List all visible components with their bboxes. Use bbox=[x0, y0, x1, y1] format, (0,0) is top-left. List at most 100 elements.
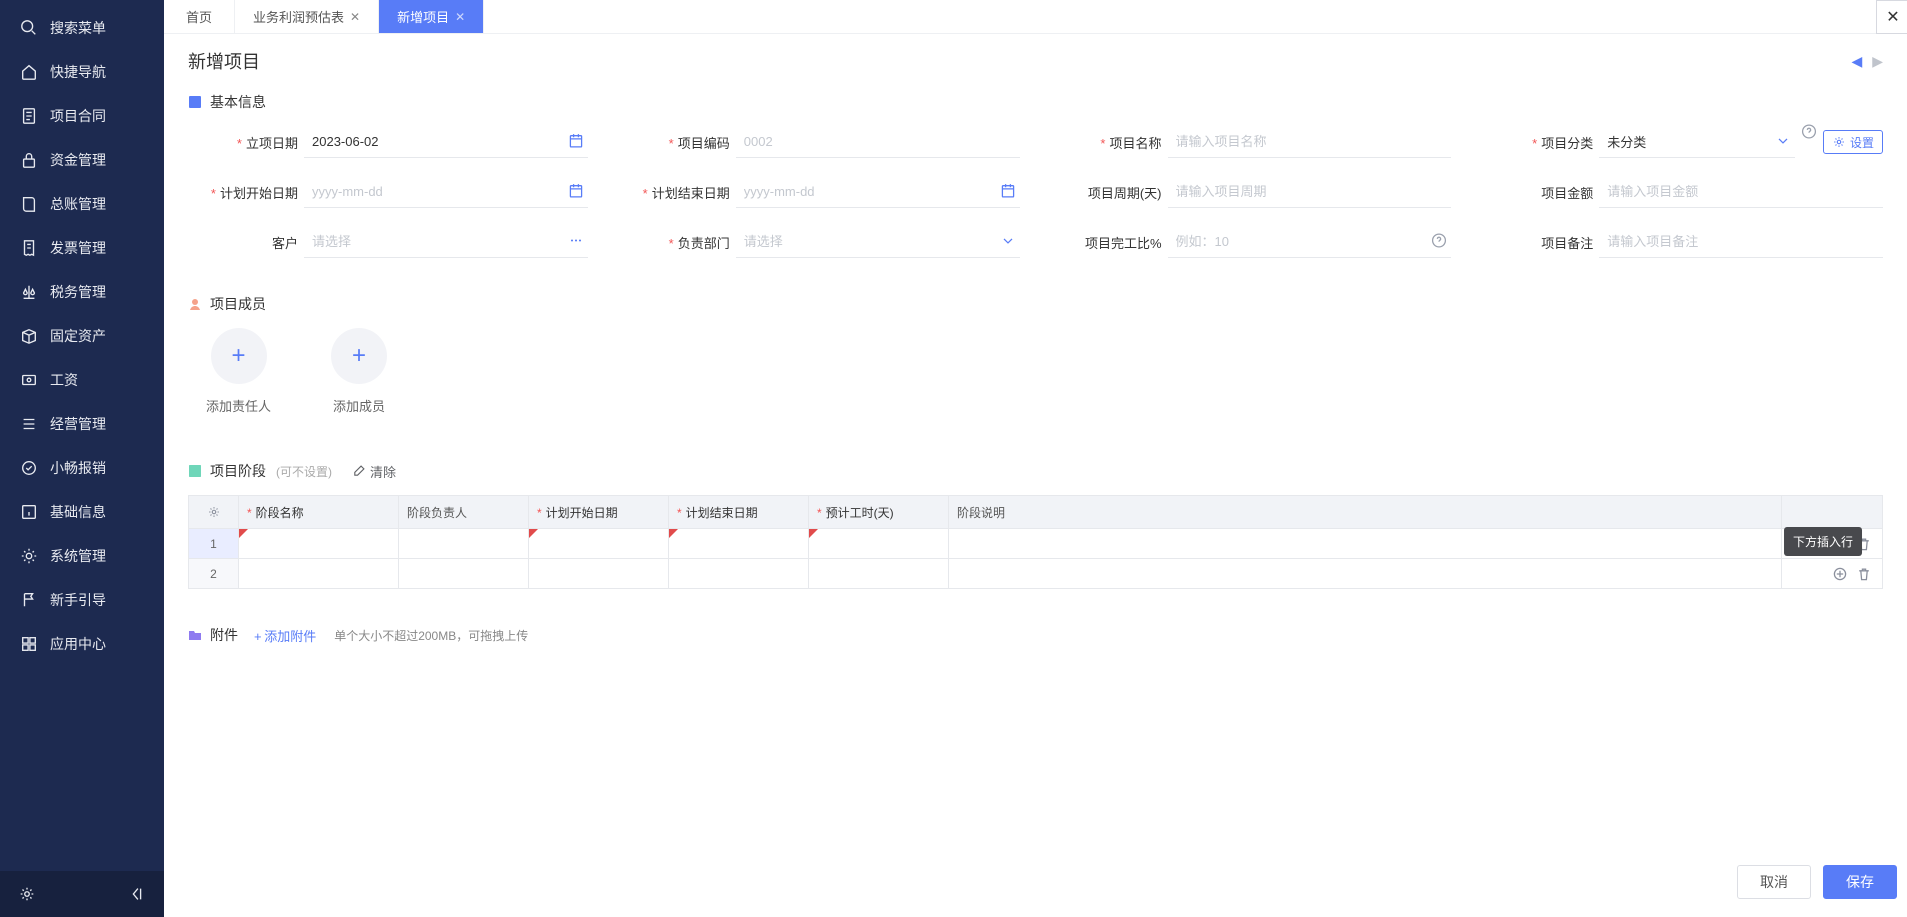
customer-select[interactable] bbox=[304, 226, 588, 258]
sidebar-label: 工资 bbox=[50, 370, 78, 390]
content: 基本信息 立项日期 项目编码 项目名称 项目分类 设置 计划开始日期 计划结束日… bbox=[164, 78, 1907, 917]
plan-end-input[interactable] bbox=[736, 176, 1020, 208]
search-icon bbox=[20, 19, 38, 37]
sidebar-item-ledger[interactable]: 总账管理 bbox=[0, 182, 164, 226]
cell-phase-owner[interactable] bbox=[399, 559, 529, 588]
table-head: 阶段名称 阶段负责人 计划开始日期 计划结束日期 预计工时(天) 阶段说明 bbox=[189, 496, 1882, 528]
close-icon[interactable]: ✕ bbox=[455, 10, 465, 24]
chevron-down-icon[interactable] bbox=[1775, 133, 1791, 152]
sidebar-item-expense[interactable]: 小畅报销 bbox=[0, 446, 164, 490]
calendar-icon[interactable] bbox=[1000, 183, 1016, 202]
sidebar-item-operation[interactable]: 经营管理 bbox=[0, 402, 164, 446]
package-icon bbox=[20, 327, 38, 345]
section-phases: 项目阶段 (可不设置) 清除 阶段名称 阶段负责人 计划开始日期 计划结束日期 … bbox=[174, 447, 1897, 593]
cell-phase-name[interactable] bbox=[239, 529, 399, 558]
plan-start-input[interactable] bbox=[304, 176, 588, 208]
section-members: 项目成员 + 添加责任人 + 添加成员 bbox=[174, 280, 1897, 429]
add-attachment-button[interactable]: + 添加附件 bbox=[254, 626, 316, 645]
cell-desc[interactable] bbox=[949, 559, 1782, 588]
page-header: 新增项目 ◀ ▶ bbox=[164, 34, 1907, 78]
cell-plan-end[interactable] bbox=[669, 559, 809, 588]
sidebar-item-apps[interactable]: 应用中心 bbox=[0, 622, 164, 666]
cell-hours[interactable] bbox=[809, 529, 949, 558]
amount-input[interactable] bbox=[1599, 176, 1883, 208]
period-input[interactable] bbox=[1168, 176, 1452, 208]
cancel-button[interactable]: 取消 bbox=[1737, 865, 1811, 899]
section-title: 项目阶段 (可不设置) 清除 bbox=[188, 461, 1883, 481]
sidebar-item-quicknav[interactable]: 快捷导航 bbox=[0, 50, 164, 94]
dept-select[interactable] bbox=[736, 226, 1020, 258]
sidebar-label: 搜索菜单 bbox=[50, 18, 106, 38]
sidebar-item-invoice[interactable]: 发票管理 bbox=[0, 226, 164, 270]
tab-profit[interactable]: 业务利润预估表✕ bbox=[235, 0, 379, 33]
delete-row-icon[interactable] bbox=[1856, 566, 1872, 582]
flag-icon bbox=[20, 591, 38, 609]
sidebar-item-contract[interactable]: 项目合同 bbox=[0, 94, 164, 138]
scale-icon bbox=[20, 283, 38, 301]
add-owner-button[interactable]: + bbox=[211, 328, 267, 384]
clear-button[interactable]: 清除 bbox=[352, 462, 396, 481]
sidebar-item-funds[interactable]: 资金管理 bbox=[0, 138, 164, 182]
add-owner-label: 添加责任人 bbox=[206, 396, 271, 415]
sidebar-label: 应用中心 bbox=[50, 634, 106, 654]
add-member: + 添加成员 bbox=[331, 328, 387, 415]
project-code-input[interactable] bbox=[736, 126, 1020, 158]
sidebar-item-tax[interactable]: 税务管理 bbox=[0, 270, 164, 314]
insert-row-icon[interactable] bbox=[1832, 566, 1848, 582]
tab-newproject[interactable]: 新增项目 ✕ bbox=[379, 0, 484, 33]
sidebar-item-guide[interactable]: 新手引导 bbox=[0, 578, 164, 622]
section-attach: 附件 + 添加附件 单个大小不超过200MB，可拖拽上传 bbox=[174, 611, 1897, 663]
cell-phase-name[interactable] bbox=[239, 559, 399, 588]
sidebar-item-salary[interactable]: 工资 bbox=[0, 358, 164, 402]
sidebar-item-baseinfo[interactable]: 基础信息 bbox=[0, 490, 164, 534]
help-icon[interactable] bbox=[1431, 233, 1447, 252]
th-gear[interactable] bbox=[189, 496, 239, 528]
prev-icon[interactable]: ◀ bbox=[1851, 53, 1862, 70]
window-close-button[interactable]: ✕ bbox=[1876, 0, 1907, 34]
more-icon[interactable] bbox=[568, 233, 584, 252]
th-label: 预计工时(天) bbox=[817, 504, 894, 521]
section-basic: 基本信息 立项日期 项目编码 项目名称 项目分类 设置 计划开始日期 计划结束日… bbox=[174, 78, 1897, 262]
cell-plan-start[interactable] bbox=[529, 529, 669, 558]
calendar-icon[interactable] bbox=[568, 183, 584, 202]
chevron-down-icon[interactable] bbox=[1000, 233, 1016, 252]
field-label: 客户 bbox=[272, 236, 298, 251]
remark-input[interactable] bbox=[1599, 226, 1883, 258]
sidebar-footer bbox=[0, 871, 164, 917]
category-select[interactable] bbox=[1599, 126, 1795, 158]
category-settings-button[interactable]: 设置 bbox=[1823, 130, 1883, 154]
field-label: 项目备注 bbox=[1541, 236, 1593, 251]
sidebar-label: 发票管理 bbox=[50, 238, 106, 258]
tab-home[interactable]: 首页 bbox=[164, 0, 235, 33]
add-owner: + 添加责任人 bbox=[206, 328, 271, 415]
cell-desc[interactable] bbox=[949, 529, 1782, 558]
sidebar-label: 经营管理 bbox=[50, 414, 106, 434]
gear-icon[interactable] bbox=[18, 885, 36, 903]
help-icon[interactable] bbox=[1801, 123, 1817, 142]
th-label: 计划结束日期 bbox=[677, 504, 758, 521]
project-date-input[interactable] bbox=[304, 126, 588, 158]
cell-phase-owner[interactable] bbox=[399, 529, 529, 558]
collapse-icon[interactable] bbox=[128, 885, 146, 903]
cell-hours[interactable] bbox=[809, 559, 949, 588]
sidebar-item-system[interactable]: 系统管理 bbox=[0, 534, 164, 578]
field-label: 计划结束日期 bbox=[643, 186, 730, 201]
save-button[interactable]: 保存 bbox=[1823, 865, 1897, 899]
tab-label: 新增项目 bbox=[397, 7, 449, 26]
cell-plan-end[interactable] bbox=[669, 529, 809, 558]
main: 首页 业务利润预估表✕ 新增项目 ✕ ✕ 新增项目 ◀ ▶ 基本信息 立项日期 项… bbox=[164, 0, 1907, 917]
cell-plan-start[interactable] bbox=[529, 559, 669, 588]
calendar-icon[interactable] bbox=[568, 133, 584, 152]
field-label: 项目金额 bbox=[1541, 186, 1593, 201]
sidebar-item-search[interactable]: 搜索菜单 bbox=[0, 6, 164, 50]
tooltip: 下方插入行 bbox=[1784, 527, 1862, 556]
circle-icon bbox=[20, 459, 38, 477]
progress-input[interactable] bbox=[1168, 226, 1452, 258]
sidebar-label: 小畅报销 bbox=[50, 458, 106, 478]
section-title: 附件 + 添加附件 单个大小不超过200MB，可拖拽上传 bbox=[188, 625, 1883, 645]
next-icon[interactable]: ▶ bbox=[1872, 53, 1883, 70]
close-icon[interactable]: ✕ bbox=[350, 10, 360, 24]
project-name-input[interactable] bbox=[1168, 126, 1452, 158]
add-member-button[interactable]: + bbox=[331, 328, 387, 384]
sidebar-item-assets[interactable]: 固定资产 bbox=[0, 314, 164, 358]
